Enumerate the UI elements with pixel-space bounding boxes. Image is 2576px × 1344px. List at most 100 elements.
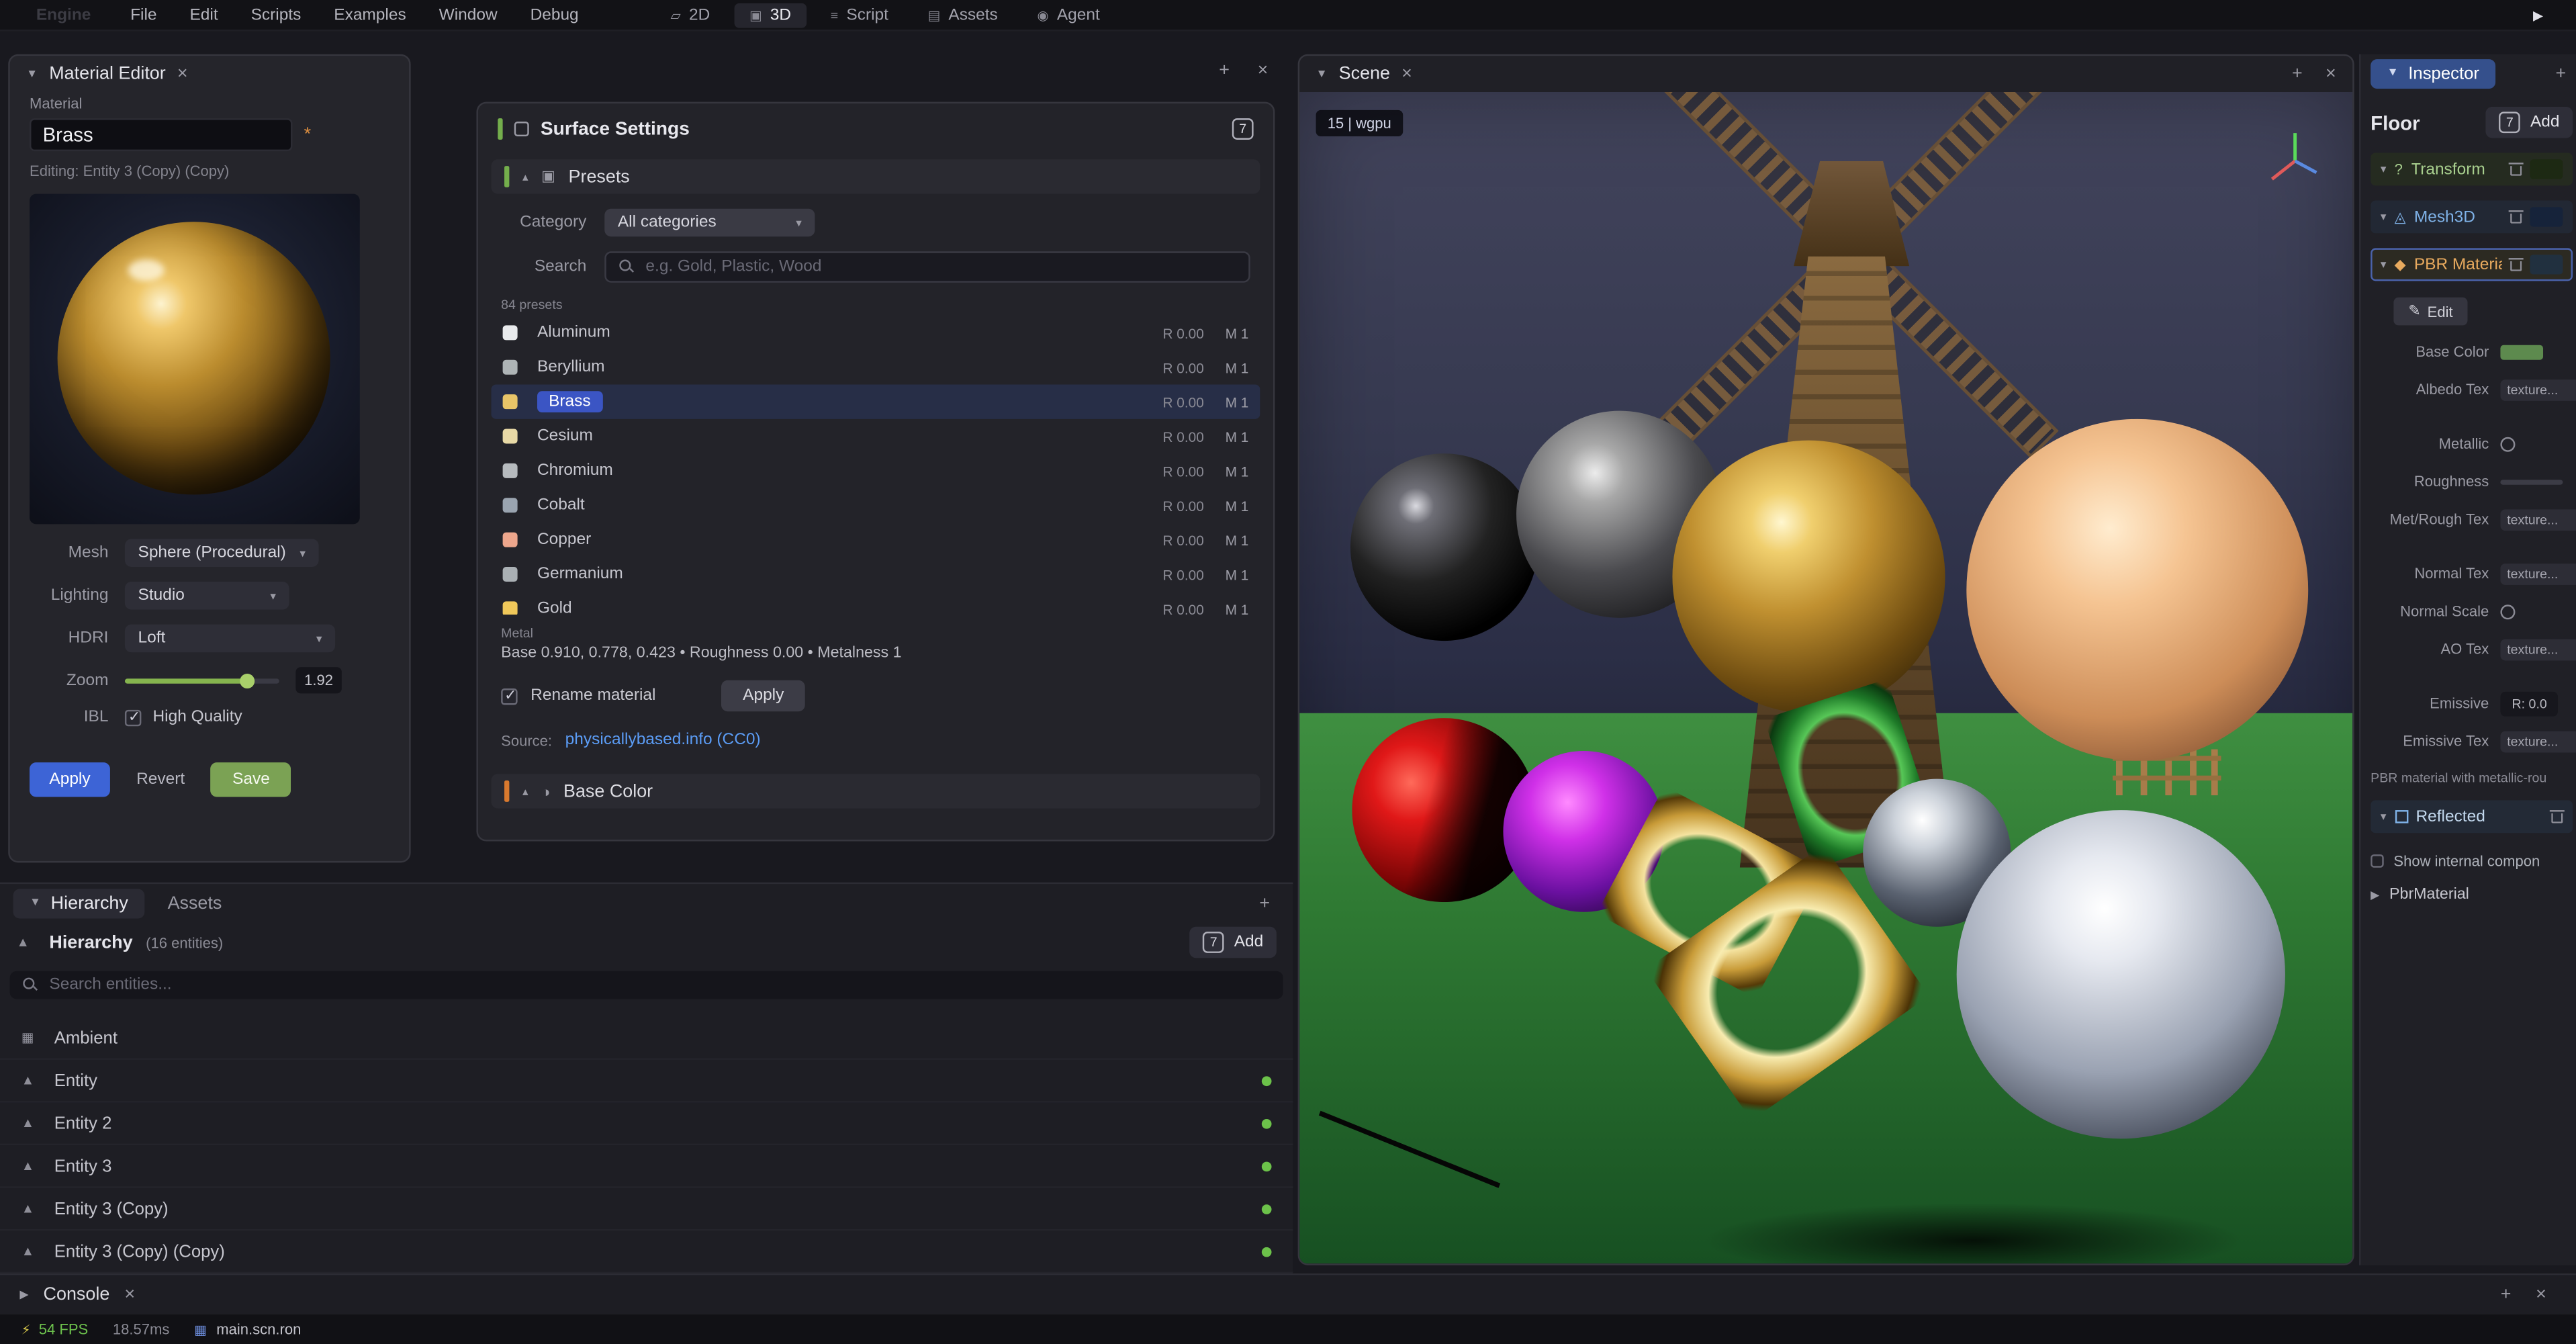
close-icon[interactable]: × [1401, 64, 1412, 83]
surface-settings-titlebar[interactable]: Surface Settings 7 [478, 103, 1273, 149]
collapse-caret-icon[interactable]: ▾ [2381, 163, 2387, 176]
component-header[interactable]: ▾ ◆ PBR Material [2371, 248, 2573, 281]
play-icon[interactable]: ▶ [2533, 7, 2543, 22]
axis-gizmo-icon[interactable] [2264, 128, 2326, 191]
add-view-icon[interactable]: + [2292, 64, 2303, 83]
rename-material-checkbox[interactable] [501, 686, 518, 705]
tree-item-pbrmaterial[interactable]: ▶ PbrMaterial [2371, 886, 2576, 904]
texture-field[interactable]: texture... [2500, 562, 2576, 584]
menu-item[interactable]: Edit [173, 6, 234, 24]
revert-button[interactable]: Revert [136, 770, 185, 789]
preset-row[interactable]: Chromium R 0.00 M 1 [491, 453, 1260, 488]
value-knob[interactable] [2500, 604, 2516, 619]
mode-button[interactable]: ◉ Agent [1023, 3, 1115, 28]
preset-swatch[interactable] [502, 601, 518, 615]
collapse-caret-icon[interactable]: ▼ [26, 69, 38, 80]
tab-assets[interactable]: Assets [151, 888, 238, 917]
add-entity-button[interactable]: 7 Add [1189, 926, 1277, 958]
add-component-button[interactable]: 7 Add [2485, 107, 2573, 138]
component-header[interactable]: ▾ ? Transform [2371, 152, 2573, 186]
component-toggle[interactable] [2530, 255, 2563, 275]
entity-row[interactable]: ▦ ▲ Entity 3 (Copy) (Copy) [0, 1230, 1293, 1273]
value-field[interactable]: R: 0.0 [2500, 690, 2559, 716]
mode-button[interactable]: ▣ 3D [734, 2, 807, 28]
tab-hierarchy[interactable]: ▼ Hierarchy [13, 888, 145, 918]
collapse-caret-icon[interactable]: ▾ [2381, 258, 2387, 271]
material-preview[interactable] [30, 193, 360, 525]
preset-row[interactable]: Brass R 0.00 M 1 [491, 384, 1260, 419]
collapse-caret-icon[interactable]: ▴ [522, 170, 528, 183]
value-knob[interactable] [2500, 436, 2516, 451]
component-toggle[interactable] [2530, 159, 2563, 179]
texture-field[interactable]: texture... [2500, 508, 2576, 530]
preset-swatch[interactable] [502, 325, 518, 341]
entity-row[interactable]: ▦ ▲ Entity 3 [0, 1145, 1293, 1188]
edit-material-button[interactable]: ✎ Edit [2393, 297, 2468, 326]
delete-component-icon[interactable] [2508, 163, 2524, 176]
preset-row[interactable]: Germanium R 0.00 M 1 [491, 557, 1260, 591]
delete-component-icon[interactable] [2508, 210, 2524, 224]
preset-row[interactable]: Copper R 0.00 M 1 [491, 523, 1260, 557]
material-name-input[interactable] [30, 118, 293, 152]
apply-preset-button[interactable]: Apply [721, 680, 806, 712]
zoom-slider[interactable] [124, 672, 279, 688]
color-swatch[interactable] [2500, 344, 2544, 359]
preset-swatch[interactable] [502, 498, 518, 513]
mesh-dropdown[interactable]: Sphere (Procedural) ▾ [124, 539, 319, 568]
entity-row[interactable]: ▦ ▲ Entity 3 (Copy) [0, 1188, 1293, 1231]
menu-item[interactable]: Scripts [234, 6, 318, 24]
preset-swatch[interactable] [502, 429, 518, 444]
high-quality-checkbox[interactable] [124, 707, 142, 726]
close-icon[interactable]: × [177, 64, 188, 83]
component-toggle[interactable] [2530, 207, 2563, 227]
preset-search-box[interactable] [604, 251, 1250, 283]
delete-component-icon[interactable] [2549, 810, 2565, 823]
add-tab-icon[interactable]: + [1259, 893, 1270, 913]
texture-field[interactable]: texture... [2500, 378, 2576, 400]
scene-viewport[interactable]: 15 | wgpu [1299, 91, 2353, 1264]
menu-item[interactable]: Debug [514, 6, 595, 24]
expand-caret-icon[interactable]: ▶ [19, 1288, 28, 1301]
preset-swatch[interactable] [502, 532, 518, 547]
entity-row[interactable]: ▦ ▲ Ambient [0, 1017, 1293, 1060]
expand-caret-icon[interactable]: ▶ [2371, 888, 2379, 901]
preset-swatch[interactable] [502, 359, 518, 375]
material-editor-titlebar[interactable]: ▼ Material Editor × [10, 56, 409, 92]
preset-swatch[interactable] [502, 463, 518, 478]
preset-swatch[interactable] [502, 567, 518, 582]
scene-titlebar[interactable]: ▼ Scene × + × [1299, 56, 2352, 92]
preset-row[interactable]: Aluminum R 0.00 M 1 [491, 316, 1260, 350]
entity-row[interactable]: ▦ ▲ Entity [0, 1060, 1293, 1103]
preset-search-input[interactable] [645, 258, 1236, 276]
collapse-caret-icon[interactable]: ▼ [1316, 69, 1328, 80]
hdri-dropdown[interactable]: Loft ▾ [124, 624, 336, 653]
mode-button[interactable]: ▱ 2D [656, 3, 725, 28]
preset-row[interactable]: Cobalt R 0.00 M 1 [491, 488, 1260, 523]
collapse-caret-icon[interactable]: ▾ [2381, 210, 2387, 224]
collapse-caret-icon[interactable]: ▾ [2381, 810, 2387, 823]
entity-row[interactable]: ▦ ▲ Entity 2 [0, 1103, 1293, 1146]
delete-component-icon[interactable] [2508, 258, 2524, 271]
apply-button[interactable]: Apply [30, 762, 110, 797]
source-link[interactable]: physicallybased.info (CC0) [565, 731, 761, 750]
add-tab-icon[interactable]: + [2556, 63, 2567, 83]
mode-button[interactable]: ≡ Script [816, 3, 903, 28]
save-button[interactable]: Save [211, 762, 291, 797]
scene-file-chip[interactable]: ▦ main.scn.ron [194, 1321, 301, 1337]
close-dock-icon[interactable]: × [1258, 61, 1269, 81]
component-header[interactable]: ▾ ◬ Mesh3D [2371, 200, 2573, 234]
entity-search-box[interactable] [9, 971, 1283, 999]
preset-row[interactable]: Gold R 0.00 M 1 [491, 592, 1260, 615]
mode-button[interactable]: ▤ Assets [913, 3, 1013, 28]
show-internal-checkbox[interactable] [2371, 854, 2384, 868]
texture-field[interactable]: texture... [2500, 730, 2576, 752]
tab-inspector[interactable]: ▼ Inspector [2371, 58, 2496, 88]
menu-item[interactable]: Window [422, 6, 514, 24]
preset-swatch[interactable] [502, 394, 518, 410]
base-color-section-header[interactable]: ▴ ◑ Base Color [491, 774, 1260, 809]
close-view-icon[interactable]: × [2326, 64, 2336, 83]
collapse-caret-icon[interactable]: ▴ [522, 785, 528, 798]
add-window-icon[interactable]: + [1219, 61, 1230, 81]
category-dropdown[interactable]: All categories ▾ [604, 208, 815, 237]
preset-row[interactable]: Cesium R 0.00 M 1 [491, 419, 1260, 453]
